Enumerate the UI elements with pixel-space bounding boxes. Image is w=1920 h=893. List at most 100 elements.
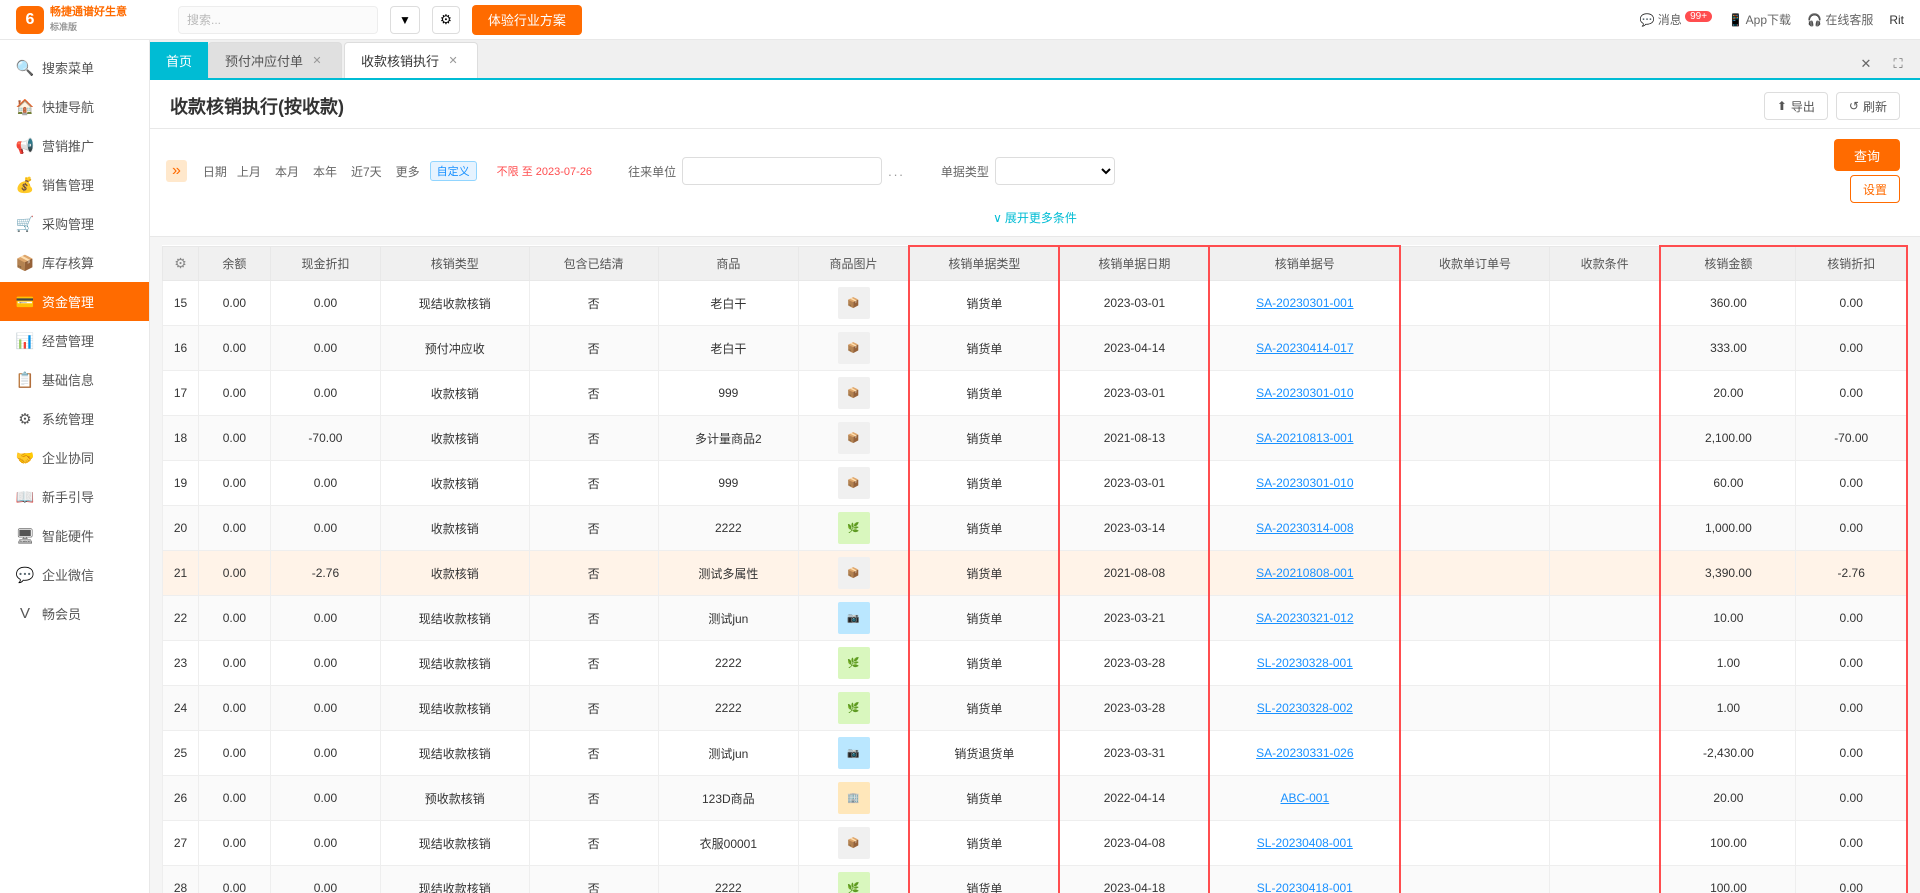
expand-more-btn[interactable]: ∨ 展开更多条件 [993, 209, 1077, 226]
product-image: 📦 [838, 467, 870, 499]
app-download-btn[interactable]: 📱 App下载 [1728, 11, 1791, 28]
bill-no-link[interactable]: SA-20230301-001 [1256, 296, 1353, 310]
row-cash-discount: 0.00 [270, 641, 380, 686]
bill-no-link[interactable]: SL-20230408-001 [1257, 836, 1353, 850]
sidebar-item-search[interactable]: 🔍 搜索菜单 [0, 48, 149, 87]
row-balance: 0.00 [199, 551, 271, 596]
this-year-btn[interactable]: 本年 [309, 161, 341, 182]
billtype-select[interactable] [995, 157, 1115, 185]
sidebar-item-sales[interactable]: 💰 销售管理 [0, 165, 149, 204]
settings-gear-btn[interactable]: ⚙ [432, 6, 460, 34]
bill-no-link[interactable]: SL-20230328-001 [1257, 656, 1353, 670]
sidebar-item-operations[interactable]: 📊 经营管理 [0, 321, 149, 360]
sidebar-item-member[interactable]: V 畅会员 [0, 594, 149, 633]
top-search-input[interactable] [178, 6, 378, 34]
tab-home[interactable]: 首页 [150, 42, 208, 78]
bill-no-link[interactable]: ABC-001 [1280, 791, 1329, 805]
row-included: 否 [529, 686, 658, 731]
row-goods-img: 🌿 [798, 641, 909, 686]
row-discount: 0.00 [1796, 326, 1907, 371]
page-title: 收款核销执行(按收款) [170, 93, 344, 119]
bill-no-link[interactable]: SL-20230328-002 [1257, 701, 1353, 715]
last-month-btn[interactable]: 上月 [233, 161, 265, 182]
row-bill-no: SA-20230301-001 [1209, 281, 1400, 326]
tab-verify[interactable]: 收款核销执行 ✕ [344, 42, 478, 78]
bill-no-link[interactable]: SA-20210813-001 [1256, 431, 1353, 445]
sidebar-item-guide[interactable]: 📖 新手引导 [0, 477, 149, 516]
tab-close-btn[interactable]: ✕ [1852, 50, 1880, 78]
sidebar-item-wechat[interactable]: 💬 企业微信 [0, 555, 149, 594]
sidebar-item-purchase[interactable]: 🛒 采购管理 [0, 204, 149, 243]
search-dropdown-btn[interactable]: ▼ [390, 6, 420, 34]
sidebar-label-marketing: 营销推广 [42, 136, 94, 155]
basicinfo-icon: 📋 [16, 371, 34, 389]
row-bill-type: 销货单 [909, 281, 1059, 326]
row-condition [1549, 506, 1660, 551]
sidebar-item-finance[interactable]: 💳 资金管理 [0, 282, 149, 321]
query-btn[interactable]: 查询 [1834, 139, 1900, 171]
bill-no-link[interactable]: SA-20230331-026 [1256, 746, 1353, 760]
tab-expand-btn[interactable]: ⛶ [1884, 50, 1912, 78]
hardware-icon: 🖥 [16, 527, 34, 545]
sidebar-item-inventory[interactable]: 📦 库存核算 [0, 243, 149, 282]
row-bill-type: 销货单 [909, 326, 1059, 371]
table-row: 24 0.00 0.00 现结收款核销 否 2222 🌿 销货单 2023-03… [163, 686, 1908, 731]
bill-no-link[interactable]: SA-20230414-017 [1256, 341, 1353, 355]
row-order-no [1400, 551, 1549, 596]
tab-prepay-close[interactable]: ✕ [309, 53, 325, 69]
chevron-down-icon: ∨ [993, 211, 1002, 225]
export-btn[interactable]: ⬆ 导出 [1764, 92, 1828, 120]
row-type: 收款核销 [381, 371, 529, 416]
row-no: 28 [163, 866, 199, 893]
row-goods-img: 📷 [798, 731, 909, 776]
bill-no-link[interactable]: SA-20230321-012 [1256, 611, 1353, 625]
sidebar-item-marketing[interactable]: 📢 营销推广 [0, 126, 149, 165]
row-cash-discount: 0.00 [270, 281, 380, 326]
tab-verify-close[interactable]: ✕ [445, 53, 461, 69]
row-goods: 2222 [658, 866, 798, 893]
sidebar-item-nav[interactable]: 🏠 快捷导航 [0, 87, 149, 126]
sidebar-item-system[interactable]: ⚙ 系统管理 [0, 399, 149, 438]
tab-verify-label: 收款核销执行 [361, 51, 439, 70]
bill-no-link[interactable]: SA-20230301-010 [1256, 386, 1353, 400]
message-btn[interactable]: 💬 消息 99+ [1639, 11, 1712, 28]
filter-setting-btn[interactable]: 设置 [1850, 175, 1900, 203]
row-order-no [1400, 416, 1549, 461]
row-bill-date: 2023-04-08 [1059, 821, 1209, 866]
bill-no-link[interactable]: SA-20210808-001 [1256, 566, 1353, 580]
column-settings-icon[interactable]: ⚙ [174, 255, 187, 271]
partner-input[interactable] [682, 157, 882, 185]
expand-row: ∨ 展开更多条件 [170, 209, 1900, 226]
th-type: 核销类型 [381, 246, 529, 281]
bill-no-link[interactable]: SA-20230314-008 [1256, 521, 1353, 535]
row-bill-type: 销货单 [909, 506, 1059, 551]
industry-solution-btn[interactable]: 体验行业方案 [472, 5, 582, 35]
row-bill-no: SL-20230418-001 [1209, 866, 1400, 893]
sidebar-item-collab[interactable]: 🤝 企业协同 [0, 438, 149, 477]
row-amount: 10.00 [1660, 596, 1796, 641]
more-btn[interactable]: 更多 [392, 161, 424, 182]
tab-prepay[interactable]: 预付冲应付单 ✕ [208, 42, 342, 78]
last7-btn[interactable]: 近7天 [347, 161, 386, 182]
sidebar-item-hardware[interactable]: 🖥 智能硬件 [0, 516, 149, 555]
row-amount: 3,390.00 [1660, 551, 1796, 596]
refresh-btn[interactable]: ↺ 刷新 [1836, 92, 1900, 120]
filter-expand-arrow[interactable]: » [166, 160, 187, 182]
wechat-icon: 💬 [16, 566, 34, 584]
app-name: 畅捷通谱好生意 [50, 6, 127, 19]
row-bill-date: 2023-03-28 [1059, 686, 1209, 731]
row-bill-date: 2021-08-13 [1059, 416, 1209, 461]
this-month-btn[interactable]: 本月 [271, 161, 303, 182]
billtype-label: 单据类型 [941, 163, 989, 180]
sidebar-label-collab: 企业协同 [42, 448, 94, 467]
row-cash-discount: 0.00 [270, 506, 380, 551]
bill-no-link[interactable]: SL-20230418-001 [1257, 881, 1353, 893]
custom-btn[interactable]: 自定义 [430, 161, 477, 181]
online-service-btn[interactable]: 🎧 在线客服 [1807, 11, 1873, 28]
bill-no-link[interactable]: SA-20230301-010 [1256, 476, 1353, 490]
row-goods: 衣服00001 [658, 821, 798, 866]
row-no: 23 [163, 641, 199, 686]
row-type: 现结收款核销 [381, 731, 529, 776]
row-type: 现结收款核销 [381, 641, 529, 686]
sidebar-item-basicinfo[interactable]: 📋 基础信息 [0, 360, 149, 399]
